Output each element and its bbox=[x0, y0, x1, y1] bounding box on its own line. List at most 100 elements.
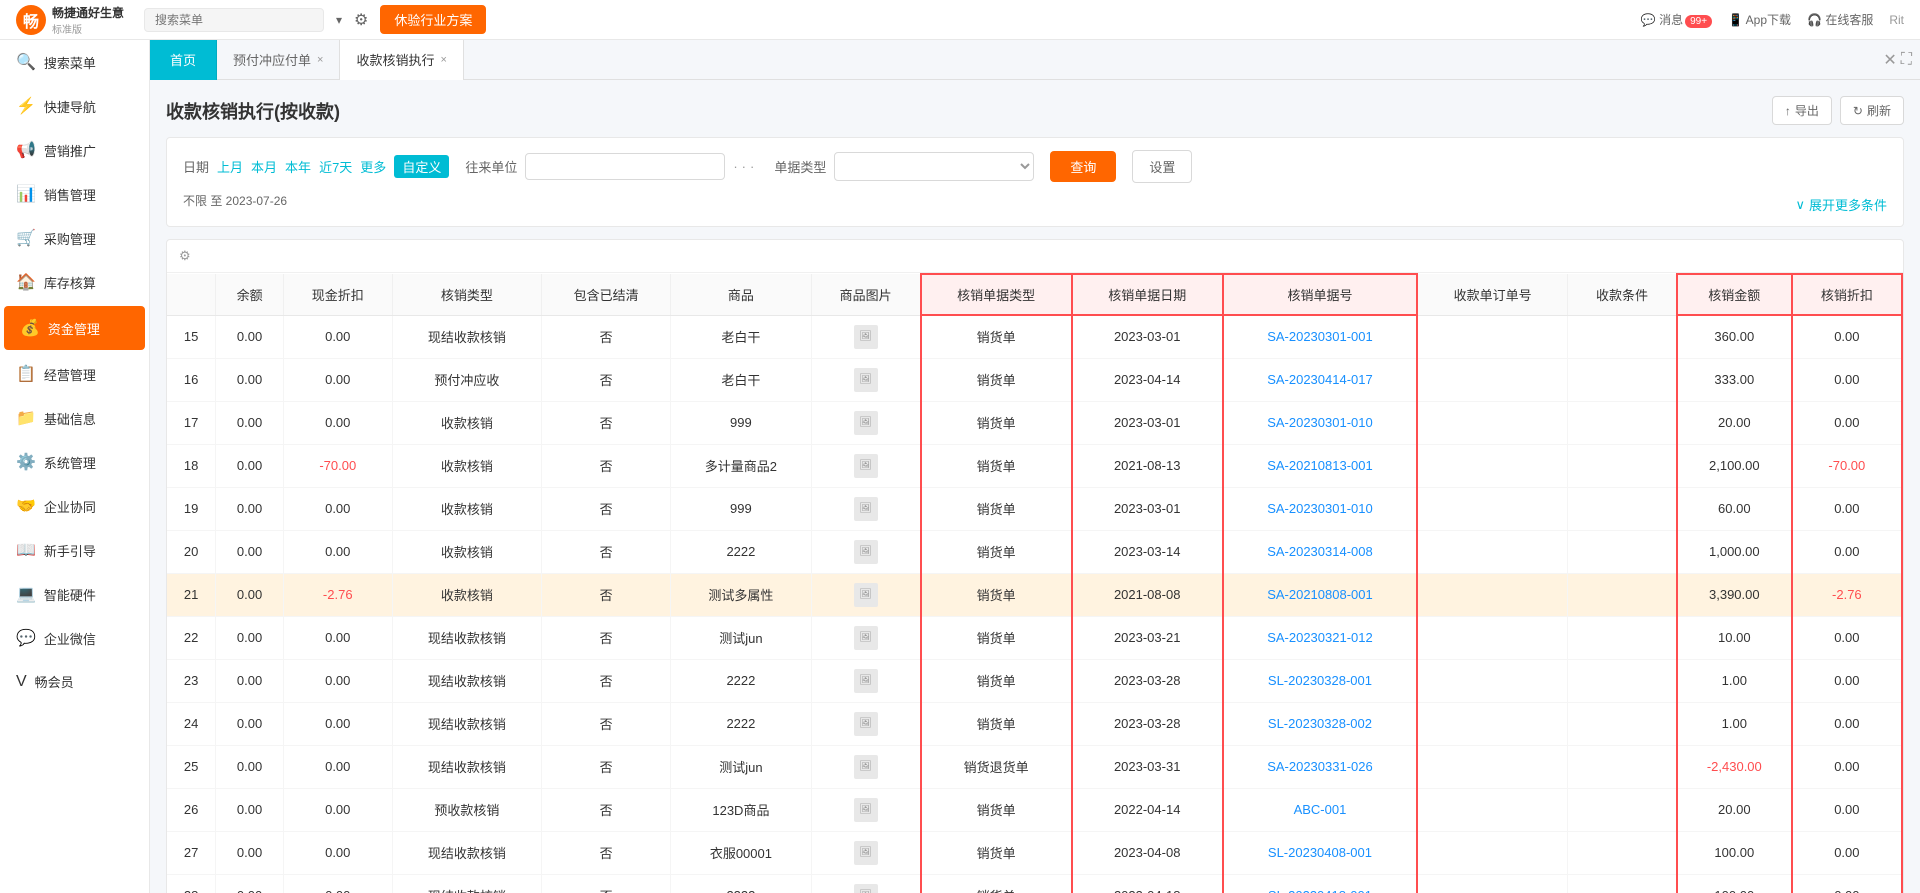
dropdown-arrow-icon[interactable]: ▾ bbox=[336, 13, 342, 27]
this-month-link[interactable]: 本月 bbox=[251, 157, 277, 176]
sidebar-item-3[interactable]: 📊销售管理 bbox=[0, 172, 149, 216]
cell-doc-no[interactable]: ABC-001 bbox=[1223, 788, 1417, 831]
cell-included: 否 bbox=[542, 530, 671, 573]
cell-cash-discount: 0.00 bbox=[283, 487, 392, 530]
export-button[interactable]: ↑ 导出 bbox=[1772, 96, 1832, 125]
doc-no-link[interactable]: SL-20230418-001 bbox=[1268, 888, 1372, 893]
cell-condition bbox=[1568, 831, 1677, 874]
doc-no-link[interactable]: SA-20230331-026 bbox=[1267, 759, 1373, 774]
cell-doc-no[interactable]: SL-20230328-001 bbox=[1223, 659, 1417, 702]
sidebar-item-12[interactable]: 💻智能硬件 bbox=[0, 572, 149, 616]
cell-goods: 测试多属性 bbox=[671, 573, 811, 616]
cell-doc-type: 销货单 bbox=[921, 616, 1072, 659]
doc-no-link[interactable]: ABC-001 bbox=[1294, 802, 1347, 817]
cell-amount: 1.00 bbox=[1677, 702, 1792, 745]
table-settings-icon[interactable]: ⚙ bbox=[179, 248, 191, 264]
sidebar-icon-0: 🔍 bbox=[16, 52, 36, 72]
filter-settings-button[interactable]: 设置 bbox=[1132, 150, 1192, 183]
refresh-icon: ↻ bbox=[1853, 104, 1863, 118]
tab-home[interactable]: 首页 bbox=[150, 40, 217, 80]
sidebar-item-2[interactable]: 📢营销推广 bbox=[0, 128, 149, 172]
cell-doc-no[interactable]: SA-20210808-001 bbox=[1223, 573, 1417, 616]
col-header-img: 商品图片 bbox=[811, 274, 920, 315]
col-header-balance: 余额 bbox=[216, 274, 284, 315]
doc-no-link[interactable]: SA-20210808-001 bbox=[1267, 587, 1373, 602]
sidebar-item-5[interactable]: 🏠库存核算 bbox=[0, 260, 149, 304]
doc-no-link[interactable]: SA-20230321-012 bbox=[1267, 630, 1373, 645]
more-link[interactable]: 更多 bbox=[360, 157, 386, 176]
expand-more-btn[interactable]: ∨ 展开更多条件 bbox=[1795, 195, 1887, 214]
search-input[interactable] bbox=[144, 8, 324, 32]
table-row: 22 0.00 0.00 现结收款核销 否 测试jun 🖼 销货单 2023-0… bbox=[167, 616, 1902, 659]
cell-condition bbox=[1568, 788, 1677, 831]
sidebar-item-6[interactable]: 💰资金管理 bbox=[4, 306, 145, 350]
sidebar-item-10[interactable]: 🤝企业协同 bbox=[0, 484, 149, 528]
cell-cash-discount: -70.00 bbox=[283, 444, 392, 487]
cell-doc-no[interactable]: SA-20230414-017 bbox=[1223, 358, 1417, 401]
tab-cancel-exec[interactable]: 收款核销执行 × bbox=[340, 40, 463, 80]
from-unit-label: 往来单位 bbox=[465, 157, 517, 176]
col-header-condition: 收款条件 bbox=[1568, 274, 1677, 315]
sidebar-item-8[interactable]: 📁基础信息 bbox=[0, 396, 149, 440]
cell-discount: -70.00 bbox=[1792, 444, 1902, 487]
cell-doc-date: 2021-08-13 bbox=[1072, 444, 1223, 487]
industry-btn[interactable]: 休验行业方案 bbox=[380, 5, 486, 34]
query-button[interactable]: 查询 bbox=[1050, 151, 1116, 182]
cell-doc-no[interactable]: SA-20230301-010 bbox=[1223, 401, 1417, 444]
cell-doc-no[interactable]: SA-20230331-026 bbox=[1223, 745, 1417, 788]
sidebar-item-7[interactable]: 📋经营管理 bbox=[0, 352, 149, 396]
online-service-link[interactable]: 🎧 在线客服 bbox=[1807, 11, 1873, 28]
cell-cash-discount: 0.00 bbox=[283, 315, 392, 358]
cell-included: 否 bbox=[542, 616, 671, 659]
doc-no-link[interactable]: SA-20230314-008 bbox=[1267, 544, 1373, 559]
cell-doc-no[interactable]: SA-20230314-008 bbox=[1223, 530, 1417, 573]
sidebar-item-11[interactable]: 📖新手引导 bbox=[0, 528, 149, 572]
sidebar-item-1[interactable]: ⚡快捷导航 bbox=[0, 84, 149, 128]
cell-doc-no[interactable]: SL-20230408-001 bbox=[1223, 831, 1417, 874]
cell-doc-no[interactable]: SA-20230301-001 bbox=[1223, 315, 1417, 358]
cell-amount: 100.00 bbox=[1677, 831, 1792, 874]
doc-no-link[interactable]: SA-20210813-001 bbox=[1267, 458, 1373, 473]
doc-no-link[interactable]: SL-20230328-001 bbox=[1268, 673, 1372, 688]
doc-no-link[interactable]: SA-20230301-001 bbox=[1267, 329, 1373, 344]
maximize-icon[interactable]: ⛶ bbox=[1901, 51, 1912, 69]
cell-doc-date: 2023-03-14 bbox=[1072, 530, 1223, 573]
cell-included: 否 bbox=[542, 702, 671, 745]
from-unit-input[interactable] bbox=[525, 153, 725, 180]
app-download-link[interactable]: 📱 App下载 bbox=[1728, 11, 1791, 28]
settings-icon[interactable]: ⚙ bbox=[354, 10, 368, 30]
cell-doc-date: 2023-03-28 bbox=[1072, 659, 1223, 702]
cell-doc-no[interactable]: SA-20230321-012 bbox=[1223, 616, 1417, 659]
cell-doc-no[interactable]: SA-20210813-001 bbox=[1223, 444, 1417, 487]
this-year-link[interactable]: 本年 bbox=[285, 157, 311, 176]
message-link[interactable]: 💬 消息99+ bbox=[1641, 11, 1712, 28]
doc-no-link[interactable]: SA-20230301-010 bbox=[1267, 415, 1373, 430]
doc-no-link[interactable]: SA-20230301-010 bbox=[1267, 501, 1373, 516]
tab-advance-pay[interactable]: 预付冲应付单 × bbox=[217, 40, 340, 80]
sidebar-item-9[interactable]: ⚙️系统管理 bbox=[0, 440, 149, 484]
refresh-button[interactable]: ↻ 刷新 bbox=[1840, 96, 1904, 125]
tab2-close-icon[interactable]: × bbox=[440, 54, 446, 66]
last7-link[interactable]: 近7天 bbox=[319, 157, 352, 176]
custom-link[interactable]: 自定义 bbox=[394, 155, 449, 178]
sidebar-label-4: 采购管理 bbox=[44, 229, 96, 248]
tab1-close-icon[interactable]: × bbox=[317, 54, 323, 66]
cell-id: 15 bbox=[167, 315, 216, 358]
doc-no-link[interactable]: SA-20230414-017 bbox=[1267, 372, 1373, 387]
sidebar-item-14[interactable]: V畅会员 bbox=[0, 660, 149, 703]
cell-doc-no[interactable]: SL-20230418-001 bbox=[1223, 874, 1417, 893]
close-window-icon[interactable]: ✕ bbox=[1883, 50, 1896, 70]
cell-included: 否 bbox=[542, 745, 671, 788]
last-month-link[interactable]: 上月 bbox=[217, 157, 243, 176]
cell-doc-no[interactable]: SA-20230301-010 bbox=[1223, 487, 1417, 530]
cell-doc-no[interactable]: SL-20230328-002 bbox=[1223, 702, 1417, 745]
sidebar-item-13[interactable]: 💬企业微信 bbox=[0, 616, 149, 660]
sidebar-item-4[interactable]: 🛒采购管理 bbox=[0, 216, 149, 260]
single-type-select[interactable] bbox=[834, 152, 1034, 181]
doc-no-link[interactable]: SL-20230328-002 bbox=[1268, 716, 1372, 731]
col-header-cancel-type: 核销类型 bbox=[392, 274, 542, 315]
sidebar-label-2: 营销推广 bbox=[44, 141, 96, 160]
cell-goods: 2222 bbox=[671, 659, 811, 702]
doc-no-link[interactable]: SL-20230408-001 bbox=[1268, 845, 1372, 860]
sidebar-item-0[interactable]: 🔍搜索菜单 bbox=[0, 40, 149, 84]
